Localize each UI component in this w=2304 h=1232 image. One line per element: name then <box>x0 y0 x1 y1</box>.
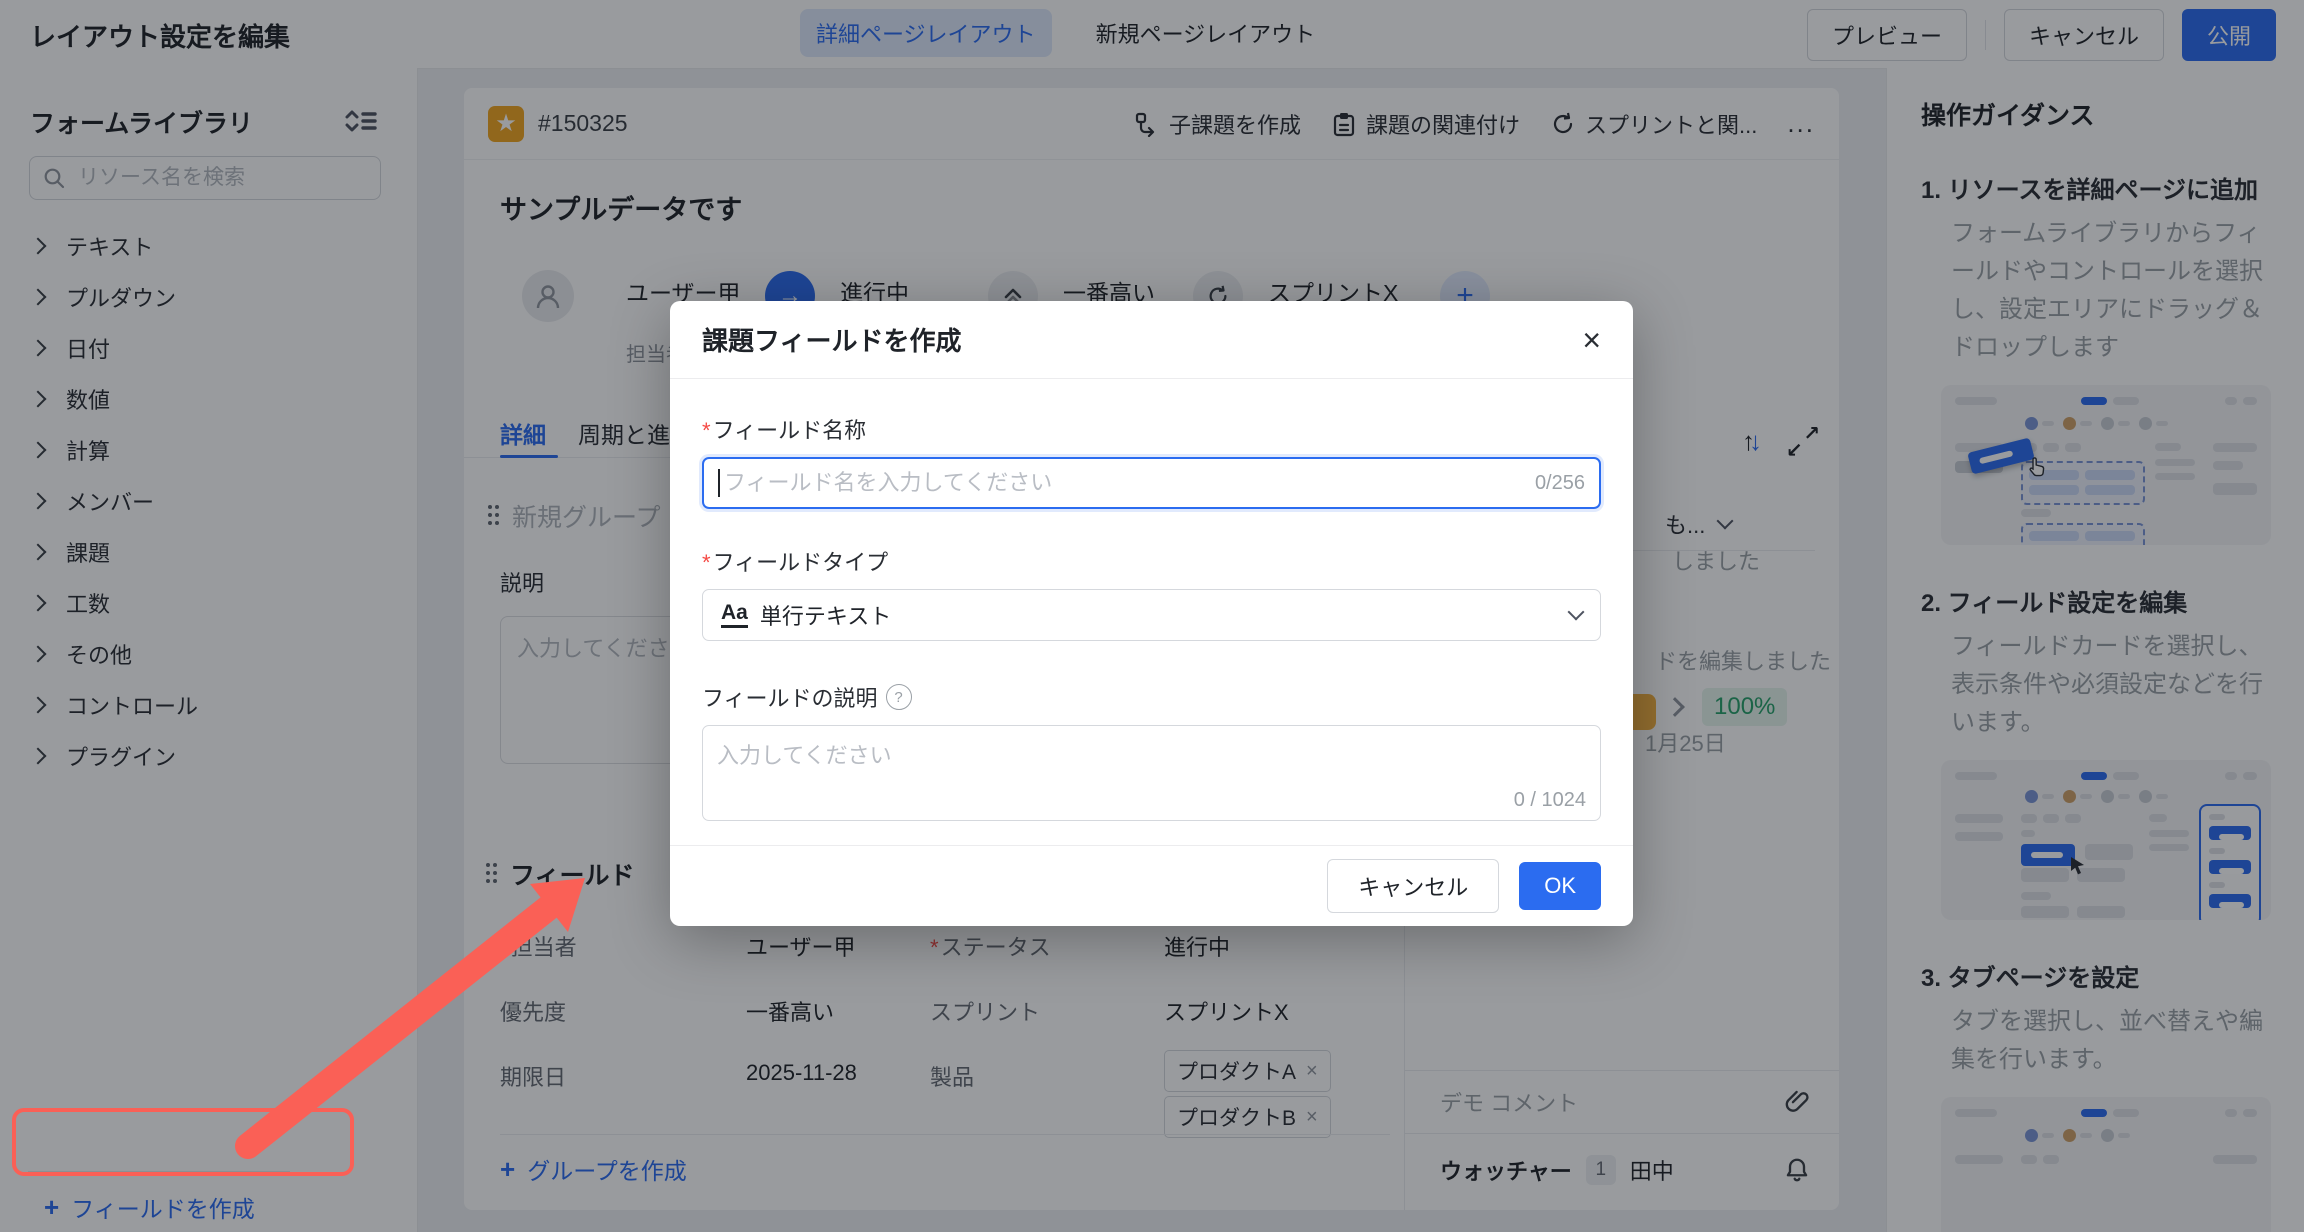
text-caret <box>718 469 720 497</box>
field-name-label: *フィールド名称 <box>702 418 867 443</box>
field-type-select[interactable]: Aa 単行テキスト <box>702 589 1601 641</box>
field-desc-label: フィールドの説明 ? <box>702 681 1601 713</box>
chevron-down-icon <box>1567 603 1585 621</box>
create-issue-field-modal: 課題フィールドを作成 × *フィールド名称 0/256 *フィールドタイプ Aa… <box>670 301 1633 926</box>
modal-cancel-button[interactable]: キャンセル <box>1327 859 1500 913</box>
modal-header: 課題フィールドを作成 × <box>670 301 1633 379</box>
required-asterisk: * <box>702 550 711 575</box>
close-icon[interactable]: × <box>1582 324 1601 356</box>
field-desc-textarea[interactable] <box>703 726 1600 784</box>
field-name-counter: 0/256 <box>1534 471 1585 494</box>
modal-title: 課題フィールドを作成 <box>702 326 962 356</box>
field-desc-counter: 0 / 1024 <box>1513 789 1586 811</box>
required-asterisk: * <box>702 418 711 443</box>
text-type-icon: Aa <box>721 602 748 628</box>
help-icon[interactable]: ? <box>885 684 912 710</box>
field-type-label: *フィールドタイプ <box>702 550 889 575</box>
annotation-highlight-box <box>12 1108 354 1176</box>
field-type-value: 単行テキスト <box>759 604 892 629</box>
modal-ok-button[interactable]: OK <box>1519 862 1601 910</box>
field-name-input-wrap: 0/256 <box>702 457 1601 509</box>
field-desc-textarea-wrap: 0 / 1024 <box>702 725 1601 821</box>
field-name-input[interactable] <box>722 469 1523 497</box>
modal-footer: キャンセル OK <box>670 845 1633 926</box>
modal-body: *フィールド名称 0/256 *フィールドタイプ Aa 単行テキスト フィールド… <box>670 379 1633 821</box>
layout-editor-page: レイアウト設定を編集 詳細ページレイアウト 新規ページレイアウト プレビュー キ… <box>0 0 2304 1232</box>
